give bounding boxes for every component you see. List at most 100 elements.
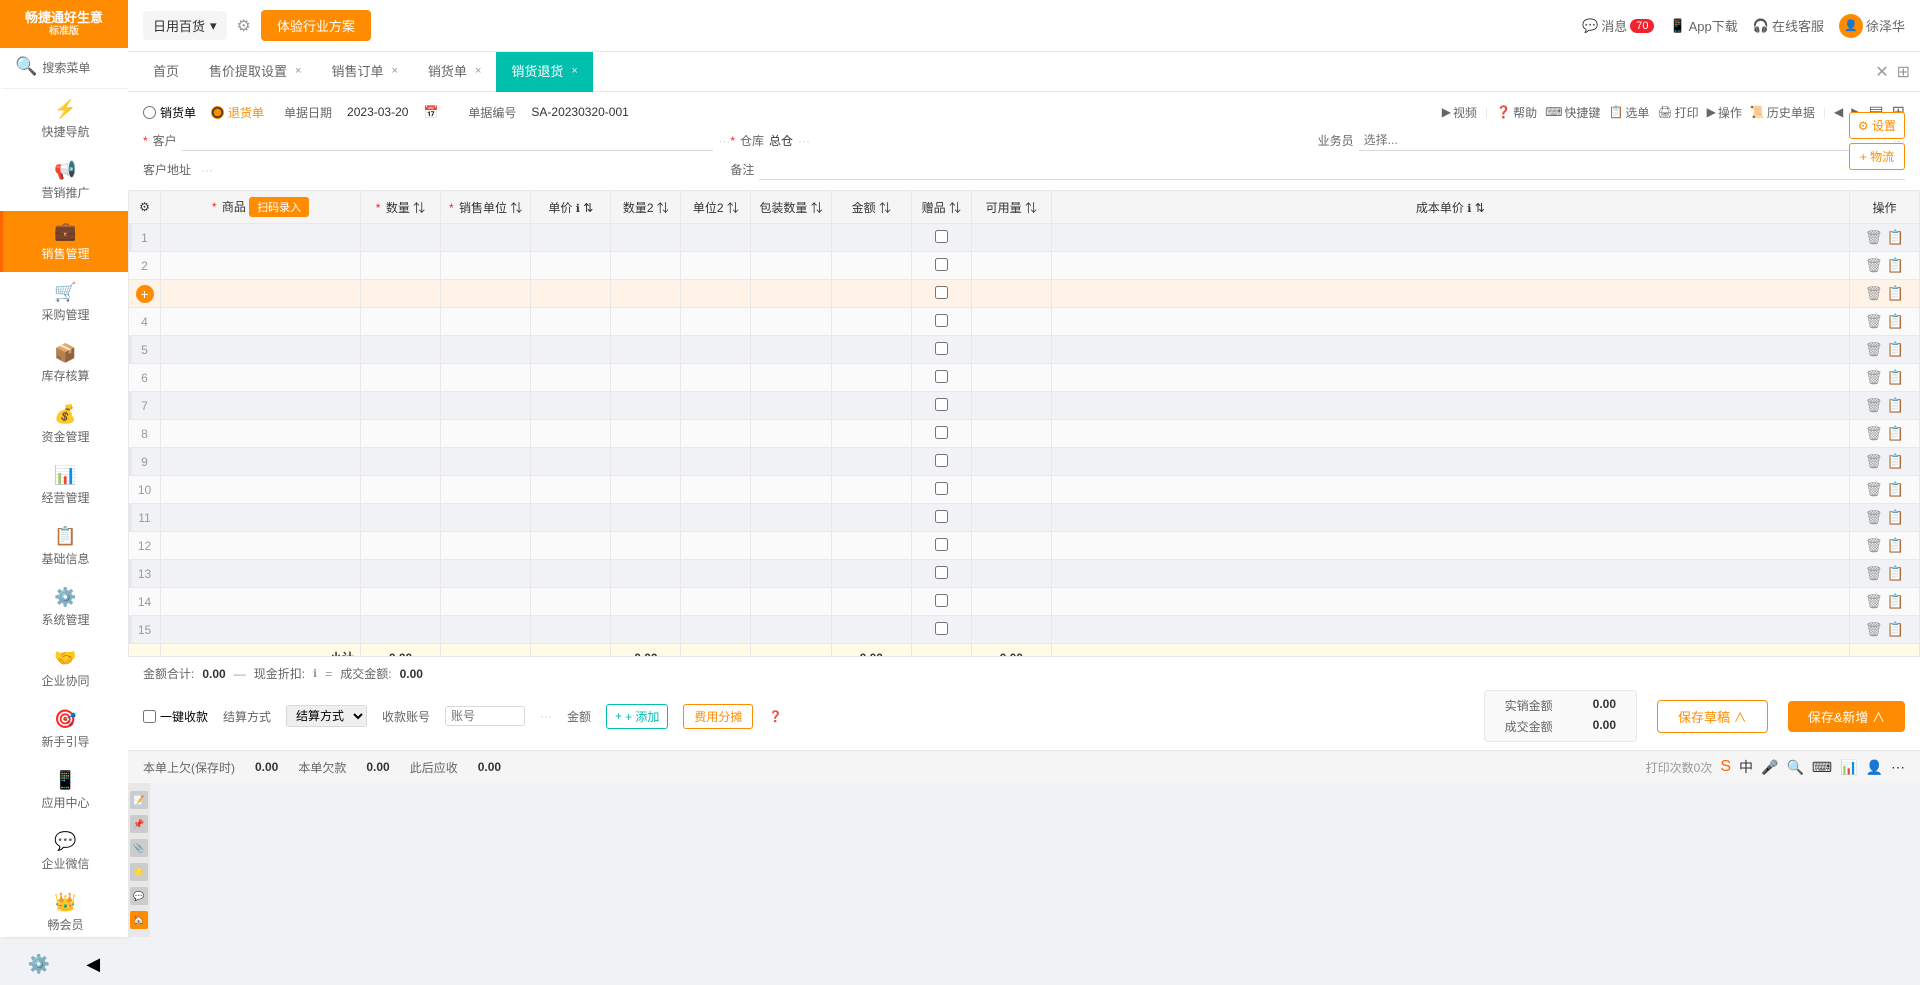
cash-discount-info-icon[interactable]: ℹ	[313, 667, 317, 680]
delete-icon[interactable]: 🗑	[1865, 341, 1883, 357]
customer-more-icon[interactable]: ···	[718, 134, 730, 148]
staff-input[interactable]	[1359, 130, 1888, 151]
sort-pack-icon[interactable]: ⇅	[811, 201, 823, 215]
gift-checkbox[interactable]	[935, 566, 948, 579]
toolbar-print[interactable]: 🖨 打印	[1657, 104, 1698, 121]
delete-icon[interactable]: 🗑	[1865, 257, 1883, 273]
sidebar-item-operation[interactable]: 📊 经营管理	[0, 455, 128, 516]
toolbar-operate[interactable]: ▶ 操作	[1707, 104, 1742, 121]
sidebar-item-newguide[interactable]: 🎯 新手引导	[0, 699, 128, 760]
table-icon[interactable]: 📊	[1840, 759, 1857, 776]
toolbar-video[interactable]: ▶ 视频	[1442, 104, 1477, 121]
sidebar-settings-icon[interactable]: ⚙️	[28, 954, 50, 975]
radio-sale-return[interactable]: 退货单	[211, 104, 264, 121]
online-service[interactable]: 🎧 在线客服	[1753, 16, 1824, 35]
toolbar-help[interactable]: ❓ 帮助	[1496, 104, 1537, 121]
scan-btn[interactable]: 扫码录入	[249, 197, 309, 217]
gift-checkbox[interactable]	[935, 594, 948, 607]
copy-icon[interactable]: 📋	[1887, 341, 1904, 357]
table-settings-icon[interactable]: ⚙	[139, 200, 150, 214]
sort-qty2-icon[interactable]: ⇅	[657, 201, 669, 215]
tab-maximize-icon[interactable]: ⊞	[1897, 62, 1910, 82]
gift-checkbox[interactable]	[935, 426, 948, 439]
gift-checkbox[interactable]	[935, 510, 948, 523]
mic-icon[interactable]: 🎤	[1761, 759, 1778, 776]
tab-sale-return-close[interactable]: ×	[571, 65, 577, 77]
delete-icon[interactable]: 🗑	[1865, 453, 1883, 469]
tab-close-all-icon[interactable]: ✕	[1875, 62, 1888, 82]
gift-checkbox[interactable]	[935, 398, 948, 411]
sidebar-item-enterprise[interactable]: 🤝 企业协同	[0, 638, 128, 699]
experience-btn[interactable]: 体验行业方案	[261, 10, 371, 41]
copy-icon[interactable]: 📋	[1887, 425, 1904, 441]
copy-icon[interactable]: 📋	[1887, 397, 1904, 413]
copy-icon[interactable]: 📋	[1887, 565, 1904, 581]
gift-checkbox[interactable]	[935, 370, 948, 383]
sidebar-item-basic[interactable]: 📋 基础信息	[0, 516, 128, 577]
sidebar-item-member[interactable]: 👑 畅会员	[0, 882, 128, 943]
sidebar-item-search[interactable]: 🔍 搜索菜单	[0, 48, 128, 89]
copy-icon[interactable]: 📋	[1887, 593, 1904, 609]
sidebar-item-appcenter[interactable]: 📱 应用中心	[0, 760, 128, 821]
sidebar-item-system[interactable]: ⚙️ 系统管理	[0, 577, 128, 638]
right-icon-5[interactable]: 💬	[130, 887, 148, 905]
delete-icon[interactable]: 🗑	[1865, 481, 1883, 497]
zhongwen-icon[interactable]: 中	[1739, 757, 1753, 777]
sort-available-icon[interactable]: ⇅	[1025, 201, 1037, 215]
copy-icon[interactable]: 📋	[1887, 453, 1904, 469]
product-input[interactable]	[167, 286, 354, 301]
sort-price-icon[interactable]: ⇅	[583, 201, 593, 215]
delete-icon[interactable]: 🗑	[1865, 313, 1883, 329]
delete-icon[interactable]: 🗑	[1865, 229, 1883, 245]
tab-sale-price[interactable]: 售价提取设置 ×	[194, 52, 316, 92]
delete-icon[interactable]: 🗑	[1865, 593, 1883, 609]
add-row-btn[interactable]: +	[136, 285, 154, 303]
settings-side-btn[interactable]: ⚙ 设置	[1849, 112, 1905, 139]
tab-sale-order-close[interactable]: ×	[391, 65, 397, 77]
app-download[interactable]: 📱 App下载	[1669, 16, 1737, 35]
one-key-checkbox[interactable]	[143, 710, 156, 723]
message-center[interactable]: 💬 消息 70	[1582, 16, 1654, 35]
tab-sale-price-close[interactable]: ×	[295, 65, 301, 77]
copy-icon[interactable]: 📋	[1887, 621, 1904, 637]
gift-checkbox[interactable]	[935, 230, 948, 243]
fee-info-icon[interactable]: ❓	[768, 710, 782, 723]
toolbar-shortcut[interactable]: ⌨ 快捷键	[1545, 104, 1600, 121]
copy-icon[interactable]: 📋	[1887, 229, 1904, 245]
person-icon[interactable]: 👤	[1866, 759, 1883, 776]
add-payment-btn[interactable]: + + 添加	[606, 704, 668, 729]
gift-checkbox[interactable]	[935, 482, 948, 495]
gift-checkbox[interactable]	[935, 258, 948, 271]
more-icon[interactable]: ⋯	[1891, 759, 1905, 776]
sidebar-collapse-icon[interactable]: ◀	[86, 954, 100, 975]
gift-checkbox[interactable]	[935, 342, 948, 355]
delete-icon[interactable]: 🗑	[1865, 565, 1883, 581]
right-icon-1[interactable]: 📝	[130, 791, 148, 809]
remark-input[interactable]	[759, 159, 1905, 180]
keyboard-icon[interactable]: ⌨	[1812, 759, 1832, 776]
fee-split-btn[interactable]: 费用分摊	[683, 704, 753, 729]
right-icon-2[interactable]: 📌	[130, 815, 148, 833]
industry-selector[interactable]: 日用百货 ▾	[143, 11, 227, 40]
customer-input[interactable]	[182, 130, 714, 151]
gift-checkbox[interactable]	[935, 314, 948, 327]
copy-icon[interactable]: 📋	[1887, 285, 1904, 301]
delete-icon[interactable]: 🗑	[1865, 425, 1883, 441]
sidebar-item-inventory[interactable]: 📦 库存核算	[0, 333, 128, 394]
delete-icon[interactable]: 🗑	[1865, 509, 1883, 525]
tab-home[interactable]: 首页	[138, 52, 194, 92]
delete-icon[interactable]: 🗑	[1865, 621, 1883, 637]
delete-icon[interactable]: 🗑	[1865, 285, 1883, 301]
sort-gift-icon[interactable]: ⇅	[949, 201, 961, 215]
sogou-icon[interactable]: S	[1720, 758, 1731, 776]
tab-sale-delivery[interactable]: 销货单 ×	[413, 52, 496, 92]
copy-icon[interactable]: 📋	[1887, 537, 1904, 553]
copy-icon[interactable]: 📋	[1887, 313, 1904, 329]
sort-unit-icon[interactable]: ⇅	[510, 201, 522, 215]
user-menu[interactable]: 👤 徐泽华	[1839, 14, 1905, 38]
address-more-icon[interactable]: ···	[201, 163, 213, 177]
copy-icon[interactable]: 📋	[1887, 369, 1904, 385]
save-new-btn[interactable]: 保存&新增 ∧	[1788, 701, 1905, 732]
right-icon-3[interactable]: 📎	[130, 839, 148, 857]
info-cost-price-icon[interactable]: ℹ	[1467, 203, 1471, 215]
